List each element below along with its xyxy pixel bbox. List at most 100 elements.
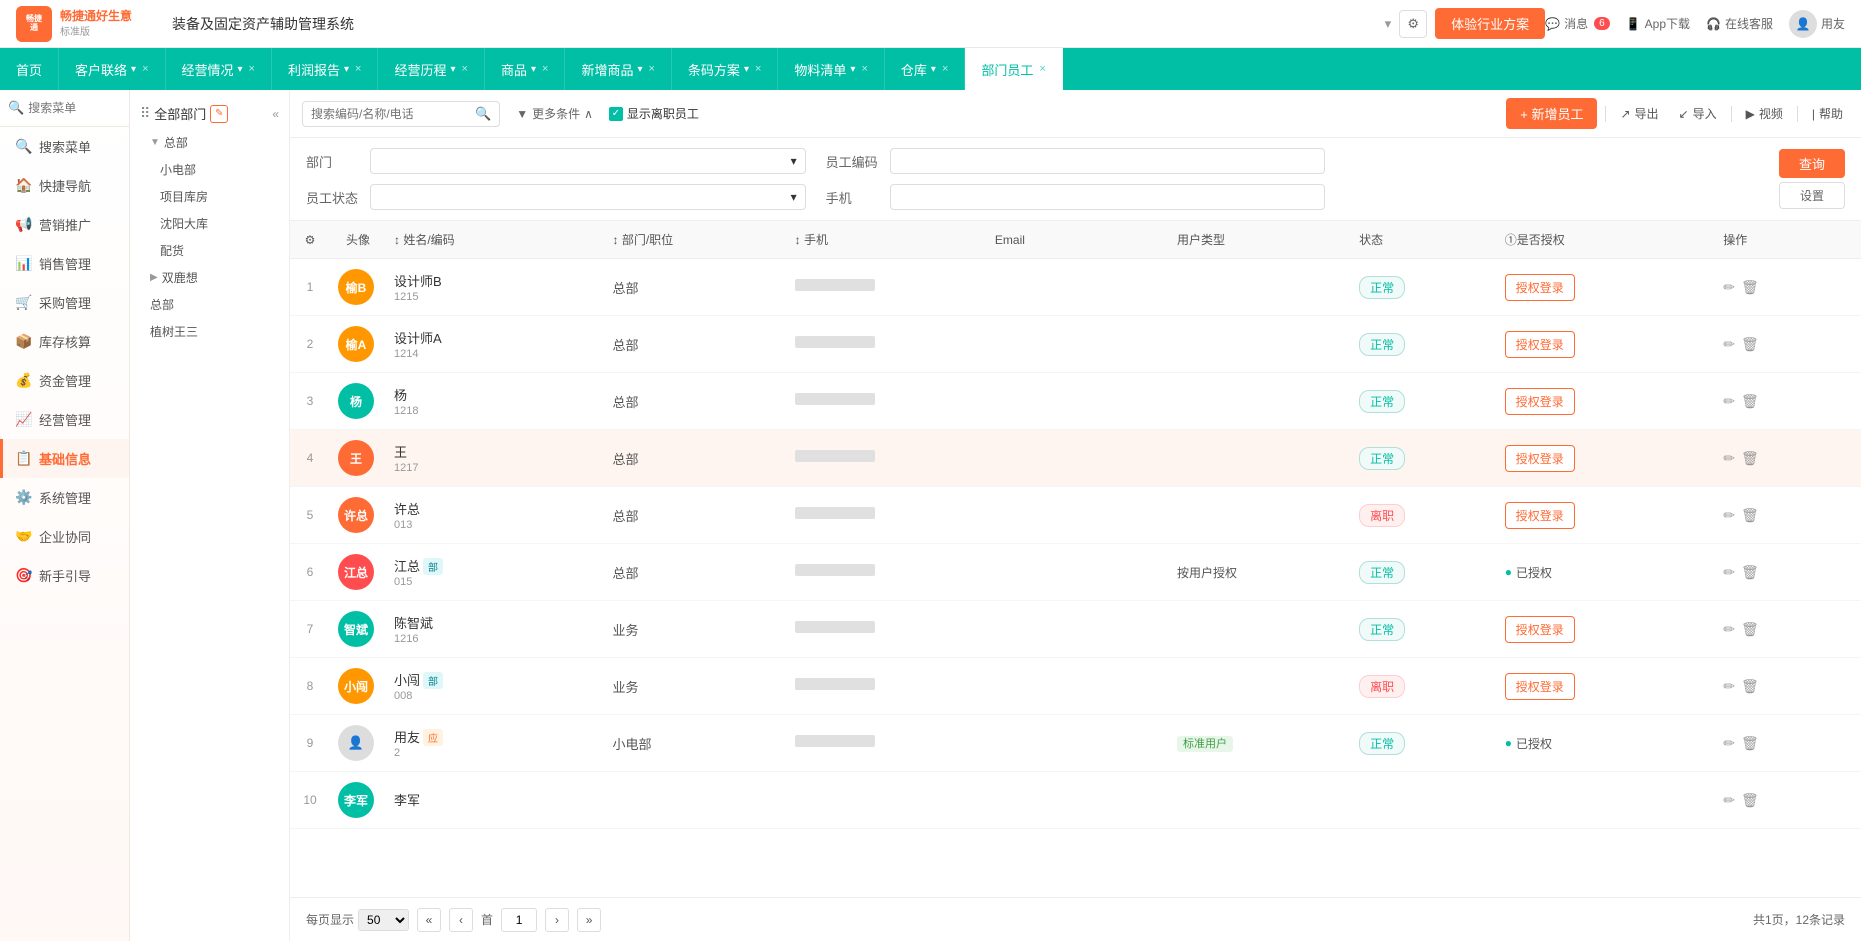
- edit-icon[interactable]: ✏: [1723, 507, 1735, 524]
- delete-icon[interactable]: 🗑: [1741, 279, 1759, 296]
- dept-item-zhishu[interactable]: 植树王三: [130, 318, 289, 345]
- auth-login-btn[interactable]: 授权登录: [1505, 388, 1575, 415]
- tab-warehouse[interactable]: 仓库▾×: [885, 48, 965, 90]
- emp-name: 设计师A: [394, 328, 597, 347]
- auth-login-btn[interactable]: 授权登录: [1505, 331, 1575, 358]
- col-dept[interactable]: ↕ 部门/职位: [605, 221, 787, 259]
- experience-btn[interactable]: 体验行业方案: [1435, 8, 1545, 39]
- last-page-btn[interactable]: »: [577, 908, 601, 932]
- status-cell: 离职: [1351, 658, 1497, 715]
- edit-icon[interactable]: ✏: [1723, 735, 1735, 752]
- sidebar-item-finance[interactable]: 💰 资金管理: [0, 361, 129, 400]
- name-code: 江总部 015: [394, 556, 597, 588]
- reset-btn[interactable]: 设置: [1779, 182, 1845, 209]
- message-btn[interactable]: 💬 消息 6: [1545, 15, 1610, 32]
- export-btn[interactable]: ↗ 导出: [1614, 101, 1664, 126]
- page-input[interactable]: [501, 908, 537, 932]
- sidebar-item-search[interactable]: 🔍 搜索菜单: [0, 127, 129, 166]
- show-resigned-toggle[interactable]: ✓ 显示离职员工: [609, 105, 699, 122]
- dept-item-shenyang[interactable]: 沈阳大库: [130, 210, 289, 237]
- online-service-btn[interactable]: 🎧 在线客服: [1706, 15, 1773, 32]
- col-settings[interactable]: ⚙: [290, 221, 330, 259]
- edit-icon[interactable]: ✏: [1723, 450, 1735, 467]
- avatar: 榆B: [338, 269, 374, 305]
- system-title-arrow[interactable]: ▾: [1385, 16, 1392, 32]
- search-input[interactable]: [311, 107, 471, 121]
- tab-operation[interactable]: 经营情况▾×: [166, 48, 272, 90]
- more-filter-btn[interactable]: ▼ 更多条件 ∧: [508, 101, 601, 126]
- page-size-dropdown[interactable]: 50 100 200: [358, 909, 409, 931]
- view-btn[interactable]: ▶ 视频: [1740, 101, 1789, 126]
- delete-icon[interactable]: 🗑: [1741, 678, 1759, 695]
- dept-item-xiangmu[interactable]: 项目库房: [130, 183, 289, 210]
- sidebar-item-collab[interactable]: 🤝 企业协同: [0, 517, 129, 556]
- search-icon[interactable]: 🔍: [475, 106, 491, 122]
- tab-goods[interactable]: 商品▾×: [485, 48, 565, 90]
- delete-icon[interactable]: 🗑: [1741, 621, 1759, 638]
- sidebar-item-guide[interactable]: 🎯 新手引导: [0, 556, 129, 595]
- delete-icon[interactable]: 🗑: [1741, 507, 1759, 524]
- dept-item-zongbu2[interactable]: 总部: [130, 291, 289, 318]
- edit-icon[interactable]: ✏: [1723, 792, 1735, 809]
- app-download-btn[interactable]: 📱 App下载: [1626, 15, 1690, 32]
- sidebar-search-input[interactable]: [28, 101, 121, 115]
- sidebar-item-operation[interactable]: 📈 经营管理: [0, 400, 129, 439]
- auth-login-btn[interactable]: 授权登录: [1505, 445, 1575, 472]
- delete-icon[interactable]: 🗑: [1741, 393, 1759, 410]
- dept-item-xiaodibu[interactable]: 小电部: [130, 156, 289, 183]
- emp-code-input[interactable]: [890, 148, 1326, 174]
- search-box[interactable]: 🔍: [302, 101, 500, 127]
- delete-icon[interactable]: 🗑: [1741, 792, 1759, 809]
- tab-employees[interactable]: 部门员工×: [965, 48, 1062, 90]
- import-btn[interactable]: ↙ 导入: [1673, 101, 1723, 126]
- auth-login-btn[interactable]: 授权登录: [1505, 274, 1575, 301]
- dept-filter-icon[interactable]: ✎: [210, 105, 228, 123]
- dept-item-shuanglu[interactable]: ▶ 双鹿想: [130, 264, 289, 291]
- phone-input[interactable]: [890, 184, 1326, 210]
- tab-bom[interactable]: 物料清单▾×: [778, 48, 884, 90]
- edit-icon[interactable]: ✏: [1723, 678, 1735, 695]
- edit-icon[interactable]: ✏: [1723, 621, 1735, 638]
- col-phone[interactable]: ↕ 手机: [787, 221, 987, 259]
- sidebar-item-inventory[interactable]: 📦 库存核算: [0, 322, 129, 361]
- sidebar-item-marketing[interactable]: 📢 营销推广: [0, 205, 129, 244]
- first-page-btn[interactable]: «: [417, 908, 441, 932]
- delete-icon[interactable]: 🗑: [1741, 336, 1759, 353]
- email-cell: [987, 487, 1169, 544]
- sidebar-search-area[interactable]: 🔍: [0, 90, 129, 127]
- user-area[interactable]: 👤 用友: [1789, 10, 1845, 38]
- next-page-btn[interactable]: ›: [545, 908, 569, 932]
- delete-icon[interactable]: 🗑: [1741, 735, 1759, 752]
- tab-home[interactable]: 首页: [0, 48, 59, 90]
- help-btn[interactable]: | 帮助: [1806, 101, 1849, 126]
- add-employee-btn[interactable]: + 新增员工: [1506, 98, 1597, 129]
- edit-icon[interactable]: ✏: [1723, 279, 1735, 296]
- sidebar-item-basic-info[interactable]: 📋 基础信息: [0, 439, 129, 478]
- auth-login-btn[interactable]: 授权登录: [1505, 673, 1575, 700]
- edit-icon[interactable]: ✏: [1723, 336, 1735, 353]
- sidebar-item-sales[interactable]: 📊 销售管理: [0, 244, 129, 283]
- auth-login-btn[interactable]: 授权登录: [1505, 616, 1575, 643]
- delete-icon[interactable]: 🗑: [1741, 564, 1759, 581]
- query-btn[interactable]: 查询: [1779, 149, 1845, 178]
- tab-new-goods[interactable]: 新增商品▾×: [565, 48, 671, 90]
- delete-icon[interactable]: 🗑: [1741, 450, 1759, 467]
- sidebar-item-system[interactable]: ⚙️ 系统管理: [0, 478, 129, 517]
- dept-item-zongbu-parent[interactable]: ▼ 总部: [130, 129, 289, 156]
- edit-icon[interactable]: ✏: [1723, 393, 1735, 410]
- gear-button[interactable]: ⚙: [1399, 10, 1427, 38]
- tab-barcode[interactable]: 条码方案▾×: [672, 48, 778, 90]
- auth-login-btn[interactable]: 授权登录: [1505, 502, 1575, 529]
- tab-profit[interactable]: 利润报告▾×: [272, 48, 378, 90]
- sidebar-item-purchase[interactable]: 🛒 采购管理: [0, 283, 129, 322]
- tab-customer[interactable]: 客户联络▾×: [59, 48, 165, 90]
- dept-select[interactable]: ▾: [370, 148, 806, 174]
- tab-history[interactable]: 经营历程▾×: [378, 48, 484, 90]
- sidebar-item-quick-nav[interactable]: 🏠 快捷导航: [0, 166, 129, 205]
- dept-item-peihuo[interactable]: 配货: [130, 237, 289, 264]
- emp-status-select[interactable]: ▾: [370, 184, 806, 210]
- edit-icon[interactable]: ✏: [1723, 564, 1735, 581]
- col-name-code[interactable]: ↕ 姓名/编码: [386, 221, 605, 259]
- dept-collapse-btn[interactable]: «: [272, 107, 279, 121]
- prev-page-btn[interactable]: ‹: [449, 908, 473, 932]
